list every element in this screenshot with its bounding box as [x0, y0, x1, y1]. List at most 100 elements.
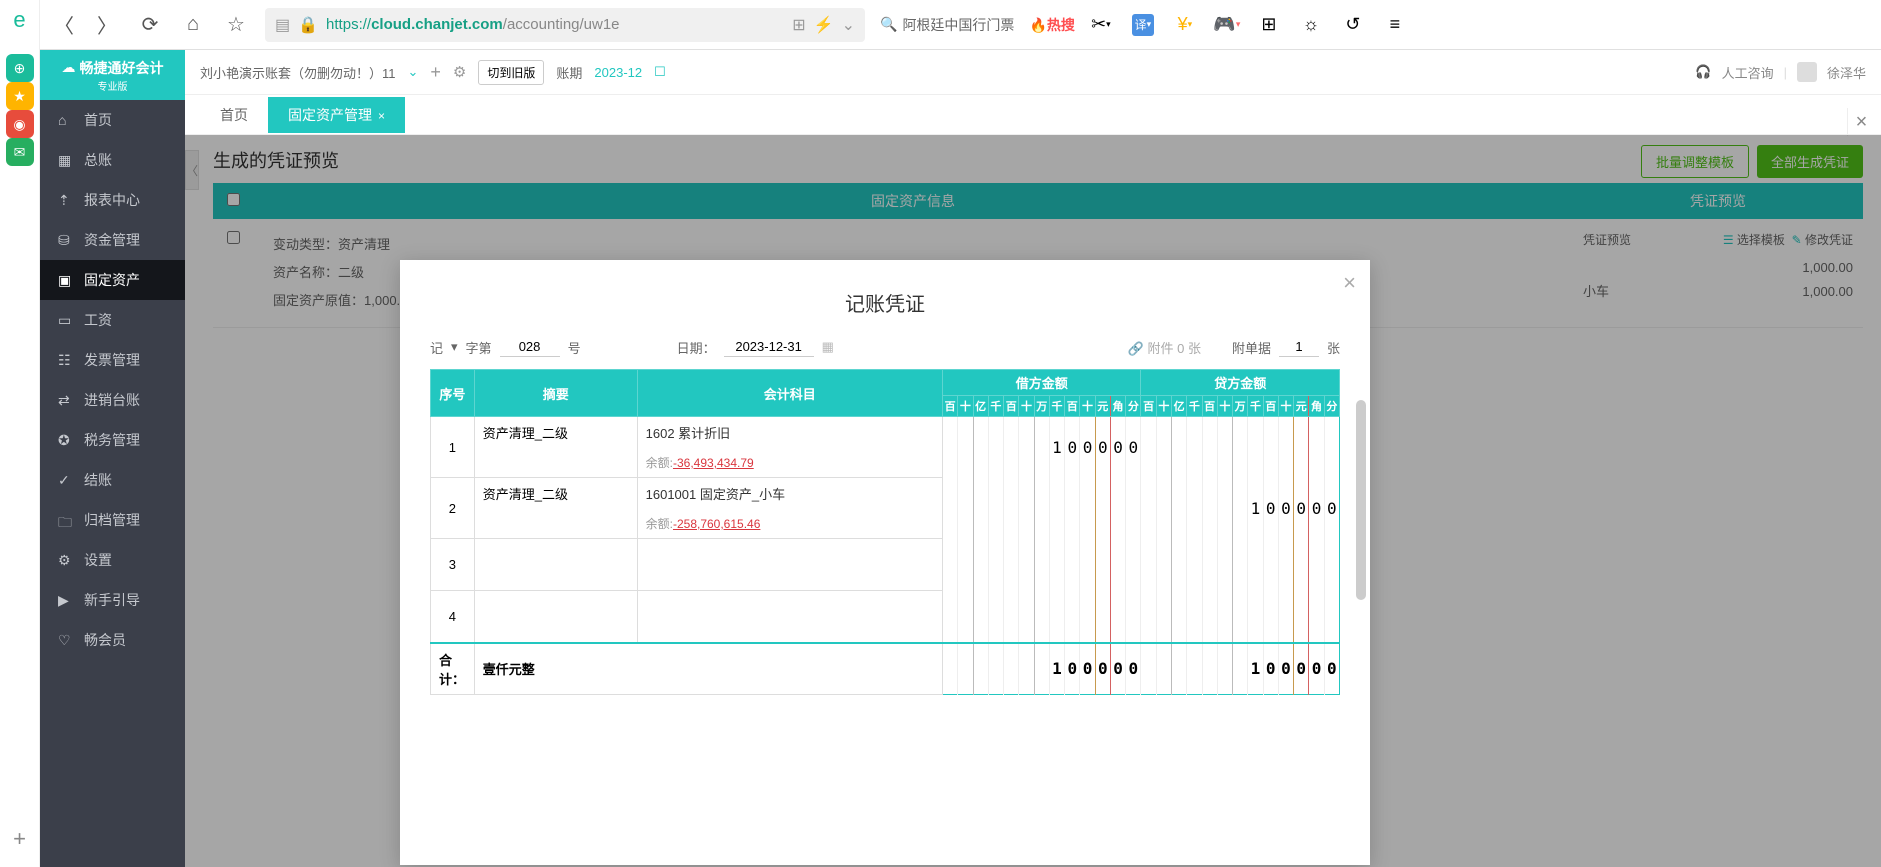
digit-cell[interactable]	[1156, 478, 1171, 539]
sidebar-item[interactable]: ♡畅会员	[40, 620, 185, 660]
digit-cell[interactable]	[1049, 591, 1064, 643]
digit-cell[interactable]	[1034, 539, 1049, 591]
close-all-tabs-button[interactable]: ×	[1847, 108, 1875, 136]
digit-cell[interactable]	[1309, 591, 1324, 643]
digit-cell[interactable]	[1263, 539, 1278, 591]
sidebar-item[interactable]: ✓结账	[40, 460, 185, 500]
calendar-icon[interactable]: ▦	[822, 339, 834, 355]
summary-cell[interactable]: 资产清理_二级	[474, 478, 637, 539]
scissors-icon[interactable]: ✂▾	[1090, 14, 1112, 36]
wallet-icon[interactable]: ¥▾	[1174, 14, 1196, 36]
digit-cell[interactable]	[1233, 417, 1248, 478]
digit-cell[interactable]: 0	[1309, 478, 1324, 539]
digit-cell[interactable]	[1233, 539, 1248, 591]
digit-cell[interactable]	[1004, 643, 1019, 695]
digit-cell[interactable]	[958, 539, 973, 591]
digit-cell[interactable]	[1294, 417, 1309, 478]
digit-cell[interactable]: 0	[1065, 643, 1080, 695]
digit-cell[interactable]	[1034, 643, 1049, 695]
digit-cell[interactable]	[1248, 417, 1263, 478]
sidebar-item[interactable]: ▭工资	[40, 300, 185, 340]
digit-cell[interactable]	[1278, 417, 1293, 478]
digit-cell[interactable]	[958, 643, 973, 695]
digit-cell[interactable]	[1324, 417, 1339, 478]
digit-cell[interactable]	[1019, 539, 1034, 591]
digit-cell[interactable]	[973, 591, 988, 643]
digit-cell[interactable]	[1187, 478, 1202, 539]
digit-cell[interactable]	[988, 478, 1003, 539]
digit-cell[interactable]	[1034, 478, 1049, 539]
digit-cell[interactable]	[1080, 478, 1095, 539]
digit-cell[interactable]	[1248, 539, 1263, 591]
digit-cell[interactable]	[988, 417, 1003, 478]
digit-cell[interactable]: 0	[1309, 643, 1324, 695]
digit-cell[interactable]	[1019, 478, 1034, 539]
sidebar-item[interactable]: ▶新手引导	[40, 580, 185, 620]
switch-version-button[interactable]: 切到旧版	[478, 60, 544, 85]
os-app-icon[interactable]: ✉	[6, 138, 34, 166]
os-app-icon[interactable]: ★	[6, 82, 34, 110]
digit-cell[interactable]	[1141, 643, 1156, 695]
digit-cell[interactable]	[1217, 539, 1232, 591]
digit-cell[interactable]: 0	[1080, 417, 1095, 478]
digit-cell[interactable]: 1	[1049, 643, 1064, 695]
digit-cell[interactable]	[1171, 539, 1186, 591]
digit-cell[interactable]: 0	[1126, 417, 1141, 478]
back-button[interactable]: 〈	[50, 11, 78, 39]
digit-cell[interactable]	[1110, 591, 1125, 643]
digit-cell[interactable]	[1141, 539, 1156, 591]
chevron-down-icon[interactable]: ▾	[451, 339, 458, 355]
digit-cell[interactable]	[1004, 539, 1019, 591]
digit-cell[interactable]: 1	[1248, 478, 1263, 539]
digit-cell[interactable]: 0	[1126, 643, 1141, 695]
digit-cell[interactable]	[1233, 478, 1248, 539]
favorite-button[interactable]: ☆	[222, 11, 250, 39]
digit-cell[interactable]	[973, 417, 988, 478]
translate-icon[interactable]: 译▾	[1132, 14, 1154, 36]
digit-cell[interactable]	[988, 591, 1003, 643]
digit-cell[interactable]	[1065, 478, 1080, 539]
digit-cell[interactable]: 0	[1294, 643, 1309, 695]
os-app-icon[interactable]: ⊕	[6, 54, 34, 82]
digit-cell[interactable]	[1217, 591, 1232, 643]
digit-cell[interactable]	[1263, 591, 1278, 643]
digit-cell[interactable]	[1019, 591, 1034, 643]
digit-cell[interactable]	[1202, 539, 1217, 591]
summary-cell[interactable]	[474, 591, 637, 643]
sidebar-item[interactable]: ▦总账	[40, 140, 185, 180]
period-value[interactable]: 2023-12	[594, 65, 642, 80]
digit-cell[interactable]	[943, 539, 958, 591]
tab-home[interactable]: 首页	[200, 97, 268, 133]
digit-cell[interactable]	[1019, 643, 1034, 695]
digit-cell[interactable]	[1126, 478, 1141, 539]
digit-cell[interactable]	[1309, 539, 1324, 591]
account-name[interactable]: 刘小艳演示账套（勿删勿动！）11	[200, 63, 396, 82]
digit-cell[interactable]	[943, 417, 958, 478]
history-icon[interactable]: ↺	[1342, 14, 1364, 36]
digit-cell[interactable]	[1294, 539, 1309, 591]
digit-cell[interactable]	[1187, 539, 1202, 591]
digit-cell[interactable]	[1187, 417, 1202, 478]
sidebar-item[interactable]: ✪税务管理	[40, 420, 185, 460]
digit-cell[interactable]	[973, 478, 988, 539]
digit-cell[interactable]	[958, 478, 973, 539]
digit-cell[interactable]	[1217, 478, 1232, 539]
digit-cell[interactable]	[1217, 417, 1232, 478]
close-icon[interactable]: ×	[378, 109, 385, 123]
account-cell[interactable]: 1602 累计折旧余额:-36,493,434.79	[637, 417, 942, 478]
digit-cell[interactable]	[1202, 417, 1217, 478]
digit-cell[interactable]	[1187, 591, 1202, 643]
url-bar[interactable]: ▤ 🔒 https://cloud.chanjet.com/accounting…	[265, 8, 865, 42]
digit-cell[interactable]	[1294, 591, 1309, 643]
digit-cell[interactable]	[1110, 478, 1125, 539]
sidebar-item[interactable]: ⇡报表中心	[40, 180, 185, 220]
digit-cell[interactable]	[1110, 539, 1125, 591]
theme-icon[interactable]: ☼	[1300, 14, 1322, 36]
digit-cell[interactable]	[1141, 478, 1156, 539]
digit-cell[interactable]: 0	[1324, 643, 1339, 695]
slip-count-input[interactable]	[1279, 337, 1319, 357]
digit-cell[interactable]	[958, 417, 973, 478]
digit-cell[interactable]	[1171, 417, 1186, 478]
sidebar-item[interactable]: ⌂首页	[40, 100, 185, 140]
digit-cell[interactable]	[1309, 417, 1324, 478]
